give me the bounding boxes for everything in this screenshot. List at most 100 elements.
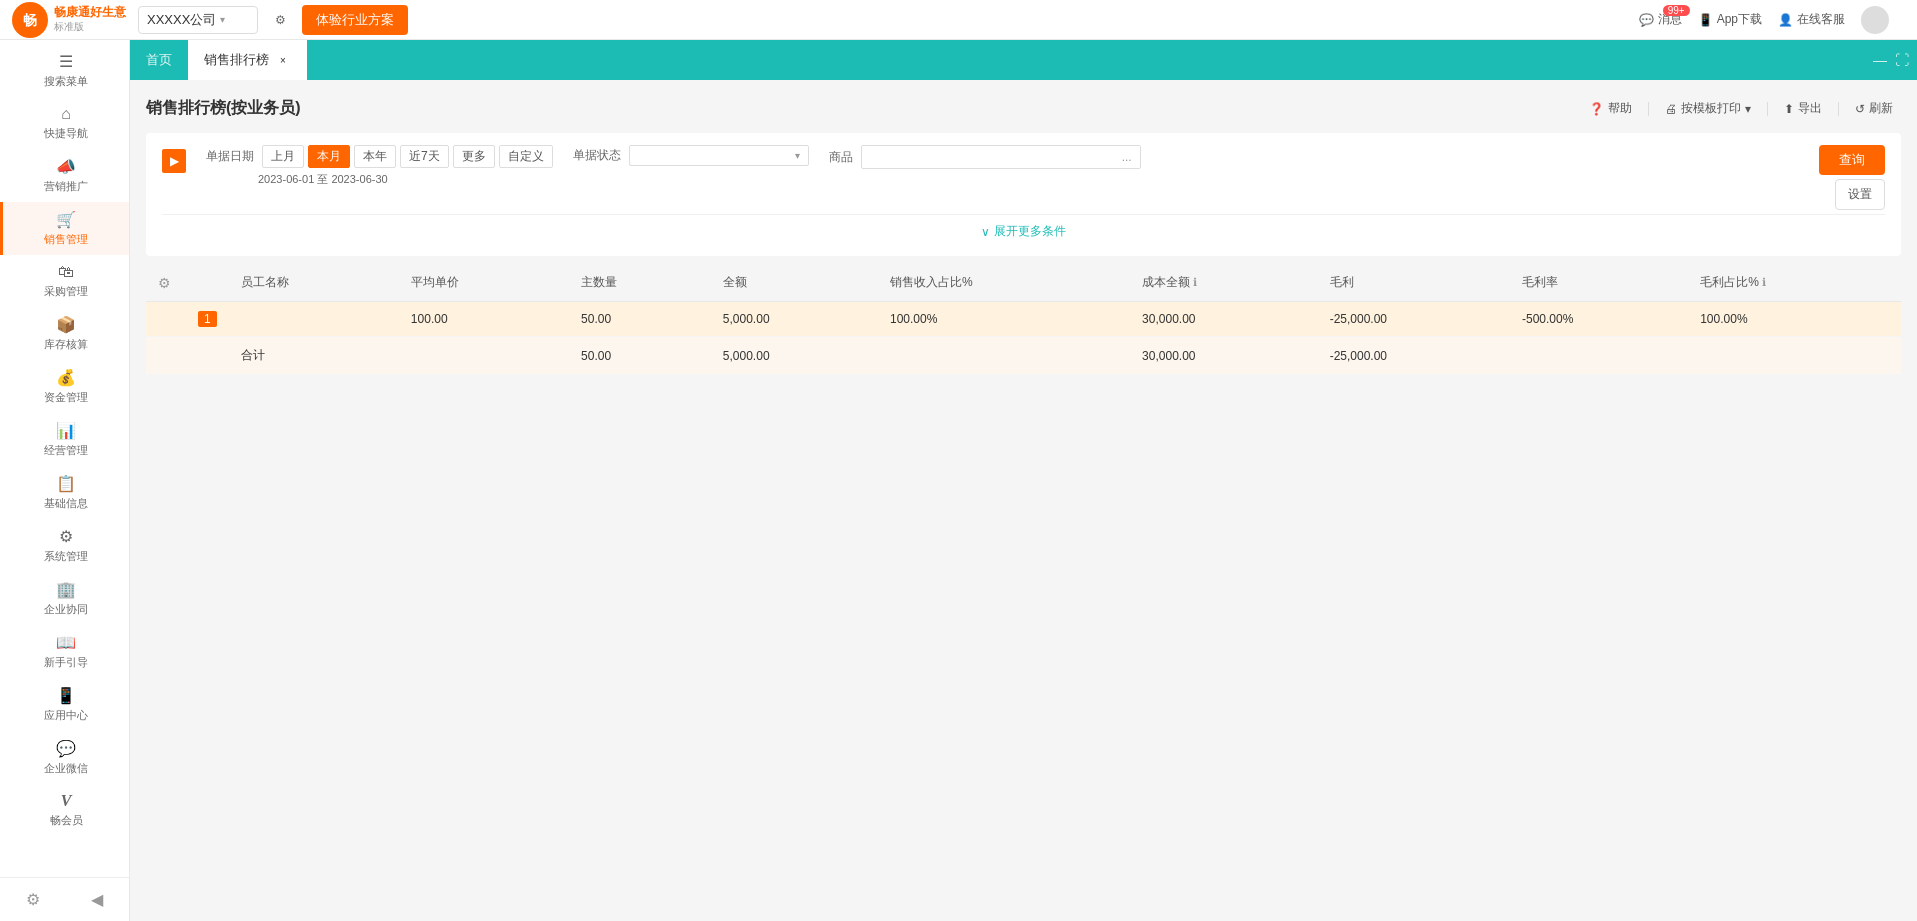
main-area: ☰ 搜索菜单 ⌂ 快捷导航 📣 营销推广 🛒 销售管理 🛍 采购管理 <box>0 40 1917 921</box>
goods-filter-group: 商品 ... <box>829 145 1141 169</box>
sidebar-item-finance[interactable]: 💰 资金管理 <box>0 360 129 413</box>
sidebar-item-system[interactable]: ⚙ 系统管理 <box>0 519 129 572</box>
sidebar: ☰ 搜索菜单 ⌂ 快捷导航 📣 营销推广 🛒 销售管理 🛍 采购管理 <box>0 40 130 921</box>
sidebar-item-sales[interactable]: 🛒 销售管理 <box>0 202 129 255</box>
sidebar-item-search[interactable]: ☰ 搜索菜单 <box>0 44 129 97</box>
filter-collapse-btn[interactable]: ▶ <box>162 149 186 173</box>
col-avgprice: 平均单价 <box>399 264 569 302</box>
sidebar-label-marketing: 营销推广 <box>44 179 88 194</box>
date-btn-more[interactable]: 更多 <box>453 145 495 168</box>
more-icon[interactable]: ... <box>1122 150 1132 164</box>
settings-icon[interactable]: ⚙ <box>266 6 294 34</box>
status-filter-group: 单据状态 ▾ <box>573 145 809 166</box>
page-actions: ❓ 帮助 🖨 按模板打印 ▾ ⬆ <box>1581 96 1901 121</box>
system-icon: ⚙ <box>59 527 73 546</box>
app-container: 畅 畅康通好生意 标准版 XXXXX公司 ▾ ⚙ 体验行业方案 💬 消息 99+… <box>0 0 1917 921</box>
sidebar-item-wechat[interactable]: 💬 企业微信 <box>0 731 129 784</box>
col-grossprofit: 毛利 <box>1318 264 1510 302</box>
tab-close-icon[interactable]: × <box>275 52 291 68</box>
data-table: ⚙ 员工名称 平均单价 主数量 全额 销售收入占比% 成本全额 ℹ <box>146 264 1901 375</box>
message-button[interactable]: 💬 消息 99+ <box>1639 11 1682 28</box>
refresh-icon: ↺ <box>1855 102 1865 116</box>
page-content: 销售排行榜(按业务员) ❓ 帮助 🖨 按模板打印 ▾ <box>130 80 1917 921</box>
table-settings-icon[interactable]: ⚙ <box>158 275 171 291</box>
sidebar-label-search: 搜索菜单 <box>44 74 88 89</box>
col-grosspct: 毛利占比% ℹ <box>1688 264 1901 302</box>
sidebar-item-guide[interactable]: 📖 新手引导 <box>0 625 129 678</box>
goods-input[interactable]: ... <box>861 145 1141 169</box>
col-settings[interactable]: ⚙ <box>146 264 186 302</box>
grosspct-info-icon: ℹ <box>1762 276 1766 288</box>
footer-grossmargin <box>1510 337 1688 375</box>
col-costamount: 成本全额 ℹ <box>1130 264 1318 302</box>
filter-actions: 查询 设置 <box>1819 145 1885 210</box>
goods-filter-label: 商品 <box>829 149 853 166</box>
print-icon: 🖨 <box>1665 102 1677 116</box>
sidebar-label-inventory: 库存核算 <box>44 337 88 352</box>
sales-icon: 🛒 <box>56 210 76 229</box>
top-bar: 畅 畅康通好生意 标准版 XXXXX公司 ▾ ⚙ 体验行业方案 💬 消息 99+… <box>0 0 1917 40</box>
company-selector[interactable]: XXXXX公司 ▾ <box>138 6 258 34</box>
date-btn-7days[interactable]: 近7天 <box>400 145 449 168</box>
sidebar-item-operations[interactable]: 📊 经营管理 <box>0 413 129 466</box>
download-icon: 📱 <box>1698 13 1713 27</box>
sidebar-collapse-btn[interactable]: ◀ <box>87 886 107 913</box>
sidebar-label-apps: 应用中心 <box>44 708 88 723</box>
sidebar-label-system: 系统管理 <box>44 549 88 564</box>
home-icon: ⌂ <box>61 105 71 123</box>
online-service-button[interactable]: 👤 在线客服 <box>1778 11 1845 28</box>
status-select[interactable]: ▾ <box>629 145 809 166</box>
footer-amount: 5,000.00 <box>711 337 878 375</box>
expand-more-btn[interactable]: ∨ 展开更多条件 <box>162 214 1885 240</box>
status-filter-label: 单据状态 <box>573 147 621 164</box>
sidebar-item-enterprise[interactable]: 🏢 企业协同 <box>0 572 129 625</box>
sidebar-item-member[interactable]: V 畅会员 <box>0 784 129 836</box>
sidebar-nav: ☰ 搜索菜单 ⌂ 快捷导航 📣 营销推广 🛒 销售管理 🛍 采购管理 <box>0 40 129 877</box>
page-inner: 销售排行榜(按业务员) ❓ 帮助 🖨 按模板打印 ▾ <box>130 80 1917 391</box>
basics-icon: 📋 <box>56 474 76 493</box>
date-btn-last-month[interactable]: 上月 <box>262 145 304 168</box>
refresh-button[interactable]: ↺ 刷新 <box>1847 96 1901 121</box>
trial-button[interactable]: 体验行业方案 <box>302 5 408 35</box>
tab-sales-ranking[interactable]: 销售排行榜 × <box>188 40 307 80</box>
rank-badge: 1 <box>198 311 217 327</box>
app-download-button[interactable]: 📱 App下载 <box>1698 11 1762 28</box>
cost-info-icon: ℹ <box>1193 276 1197 288</box>
chevron-down-icon: ∨ <box>981 225 990 239</box>
date-btn-custom[interactable]: 自定义 <box>499 145 553 168</box>
print-button[interactable]: 🖨 按模板打印 ▾ <box>1657 96 1759 121</box>
sidebar-item-marketing[interactable]: 📣 营销推广 <box>0 149 129 202</box>
service-icon: 👤 <box>1778 13 1793 27</box>
sidebar-item-inventory[interactable]: 📦 库存核算 <box>0 307 129 360</box>
sidebar-item-apps[interactable]: 📱 应用中心 <box>0 678 129 731</box>
table-container: ⚙ 员工名称 平均单价 主数量 全额 销售收入占比% 成本全额 ℹ <box>146 264 1901 375</box>
export-button[interactable]: ⬆ 导出 <box>1776 96 1830 121</box>
tab-home[interactable]: 首页 <box>130 40 188 80</box>
cell-amount: 5,000.00 <box>711 302 878 337</box>
date-range-display: 2023-06-01 至 2023-06-30 <box>258 172 553 187</box>
date-btn-this-month[interactable]: 本月 <box>308 145 350 168</box>
print-arrow-icon: ▾ <box>1745 102 1751 116</box>
content-area: 首页 销售排行榜 × — ⛶ 销售排行榜(按业务员) <box>130 40 1917 921</box>
page-header: 销售排行榜(按业务员) ❓ 帮助 🖨 按模板打印 ▾ <box>146 96 1901 121</box>
sidebar-item-purchase[interactable]: 🛍 采购管理 <box>0 255 129 307</box>
query-button[interactable]: 查询 <box>1819 145 1885 175</box>
logo-text: 畅康通好生意 标准版 <box>54 5 126 33</box>
sidebar-item-quicknav[interactable]: ⌂ 快捷导航 <box>0 97 129 149</box>
finance-icon: 💰 <box>56 368 76 387</box>
filter-collapse-icon: ▶ <box>170 154 179 168</box>
settings-button[interactable]: 设置 <box>1835 179 1885 210</box>
sidebar-item-basics[interactable]: 📋 基础信息 <box>0 466 129 519</box>
tab-actions: — ⛶ <box>1873 52 1917 68</box>
col-quantity: 主数量 <box>569 264 711 302</box>
cell-grosspct: 100.00% <box>1688 302 1901 337</box>
online-service-label: 在线客服 <box>1797 11 1845 28</box>
tab-minimize-icon[interactable]: — <box>1873 52 1887 68</box>
sidebar-label-finance: 资金管理 <box>44 390 88 405</box>
date-btn-this-year[interactable]: 本年 <box>354 145 396 168</box>
help-button[interactable]: ❓ 帮助 <box>1581 96 1640 121</box>
cell-grossmargin: -500.00% <box>1510 302 1688 337</box>
tab-expand-icon[interactable]: ⛶ <box>1895 52 1909 68</box>
avatar[interactable] <box>1861 6 1889 34</box>
sidebar-settings-btn[interactable]: ⚙ <box>22 886 44 913</box>
